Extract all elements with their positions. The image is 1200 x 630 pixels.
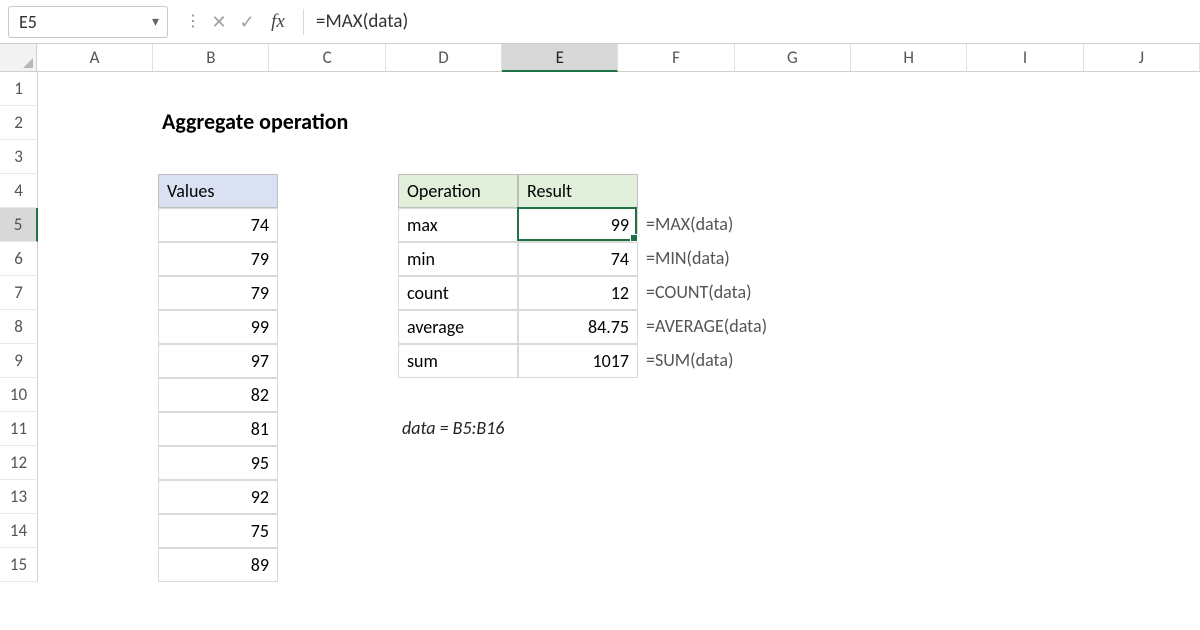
cells-layer[interactable]: Aggregate operationValues747979999782819…: [38, 72, 1200, 582]
column-header-J[interactable]: J: [1084, 44, 1200, 71]
formula-text: =COUNT(data): [638, 276, 878, 310]
row-header-9[interactable]: 9: [0, 344, 38, 378]
values-cell[interactable]: 92: [158, 480, 278, 514]
fx-icon[interactable]: fx: [261, 11, 295, 33]
operation-cell[interactable]: max: [398, 208, 518, 242]
row-header-2[interactable]: 2: [0, 106, 38, 140]
column-header-B[interactable]: B: [153, 44, 269, 71]
cancel-icon[interactable]: ✕: [205, 11, 233, 33]
formula-text: =MAX(data): [638, 208, 878, 242]
operation-cell[interactable]: average: [398, 310, 518, 344]
row-header-3[interactable]: 3: [0, 140, 38, 174]
name-box[interactable]: E5 ▾: [8, 6, 168, 38]
name-box-value: E5: [19, 11, 37, 33]
column-header-H[interactable]: H: [851, 44, 967, 71]
values-cell[interactable]: 75: [158, 514, 278, 548]
chevron-down-icon: ▾: [152, 13, 159, 30]
row-header-4[interactable]: 4: [0, 174, 38, 208]
row-header-13[interactable]: 13: [0, 480, 38, 514]
values-cell[interactable]: 79: [158, 276, 278, 310]
row-header-1[interactable]: 1: [0, 72, 38, 106]
result-cell[interactable]: 99: [518, 208, 638, 242]
row-header-15[interactable]: 15: [0, 548, 38, 582]
spreadsheet-grid[interactable]: ABCDEFGHIJ 123456789101112131415 Aggrega…: [0, 44, 1200, 630]
values-cell[interactable]: 89: [158, 548, 278, 582]
result-header: Result: [518, 174, 638, 208]
row-headers-column: 123456789101112131415: [0, 72, 38, 582]
formula-text: =SUM(data): [638, 344, 878, 378]
values-header: Values: [158, 174, 278, 208]
enter-check-icon[interactable]: ✓: [233, 11, 261, 33]
select-all-corner[interactable]: [0, 44, 37, 71]
result-cell[interactable]: 74: [518, 242, 638, 276]
values-cell[interactable]: 82: [158, 378, 278, 412]
named-range-note: data = B5:B16: [398, 412, 638, 446]
values-cell[interactable]: 99: [158, 310, 278, 344]
result-cell[interactable]: 1017: [518, 344, 638, 378]
operation-header: Operation: [398, 174, 518, 208]
page-title: Aggregate operation: [158, 106, 518, 140]
formula-text: =AVERAGE(data): [638, 310, 878, 344]
row-header-11[interactable]: 11: [0, 412, 38, 446]
column-header-I[interactable]: I: [967, 44, 1083, 71]
row-header-7[interactable]: 7: [0, 276, 38, 310]
values-cell[interactable]: 81: [158, 412, 278, 446]
result-cell[interactable]: 84.75: [518, 310, 638, 344]
row-header-14[interactable]: 14: [0, 514, 38, 548]
values-cell[interactable]: 95: [158, 446, 278, 480]
values-cell[interactable]: 74: [158, 208, 278, 242]
column-headers-row: ABCDEFGHIJ: [0, 44, 1200, 72]
values-cell[interactable]: 97: [158, 344, 278, 378]
operation-cell[interactable]: count: [398, 276, 518, 310]
row-header-10[interactable]: 10: [0, 378, 38, 412]
row-header-8[interactable]: 8: [0, 310, 38, 344]
column-header-C[interactable]: C: [269, 44, 385, 71]
values-cell[interactable]: 79: [158, 242, 278, 276]
column-header-E[interactable]: E: [502, 44, 618, 72]
operation-cell[interactable]: sum: [398, 344, 518, 378]
column-header-D[interactable]: D: [386, 44, 502, 71]
formula-text: =MIN(data): [638, 242, 878, 276]
result-cell[interactable]: 12: [518, 276, 638, 310]
column-header-A[interactable]: A: [37, 44, 153, 71]
row-header-12[interactable]: 12: [0, 446, 38, 480]
column-header-F[interactable]: F: [618, 44, 734, 71]
row-header-5[interactable]: 5: [0, 208, 38, 242]
row-header-6[interactable]: 6: [0, 242, 38, 276]
operation-cell[interactable]: min: [398, 242, 518, 276]
column-header-G[interactable]: G: [735, 44, 851, 71]
formula-bar-resize-icon[interactable]: ⋮: [181, 14, 205, 30]
formula-bar: E5 ▾ ⋮ ✕ ✓ fx =MAX(data): [0, 0, 1200, 44]
formula-input[interactable]: =MAX(data): [312, 10, 1200, 33]
